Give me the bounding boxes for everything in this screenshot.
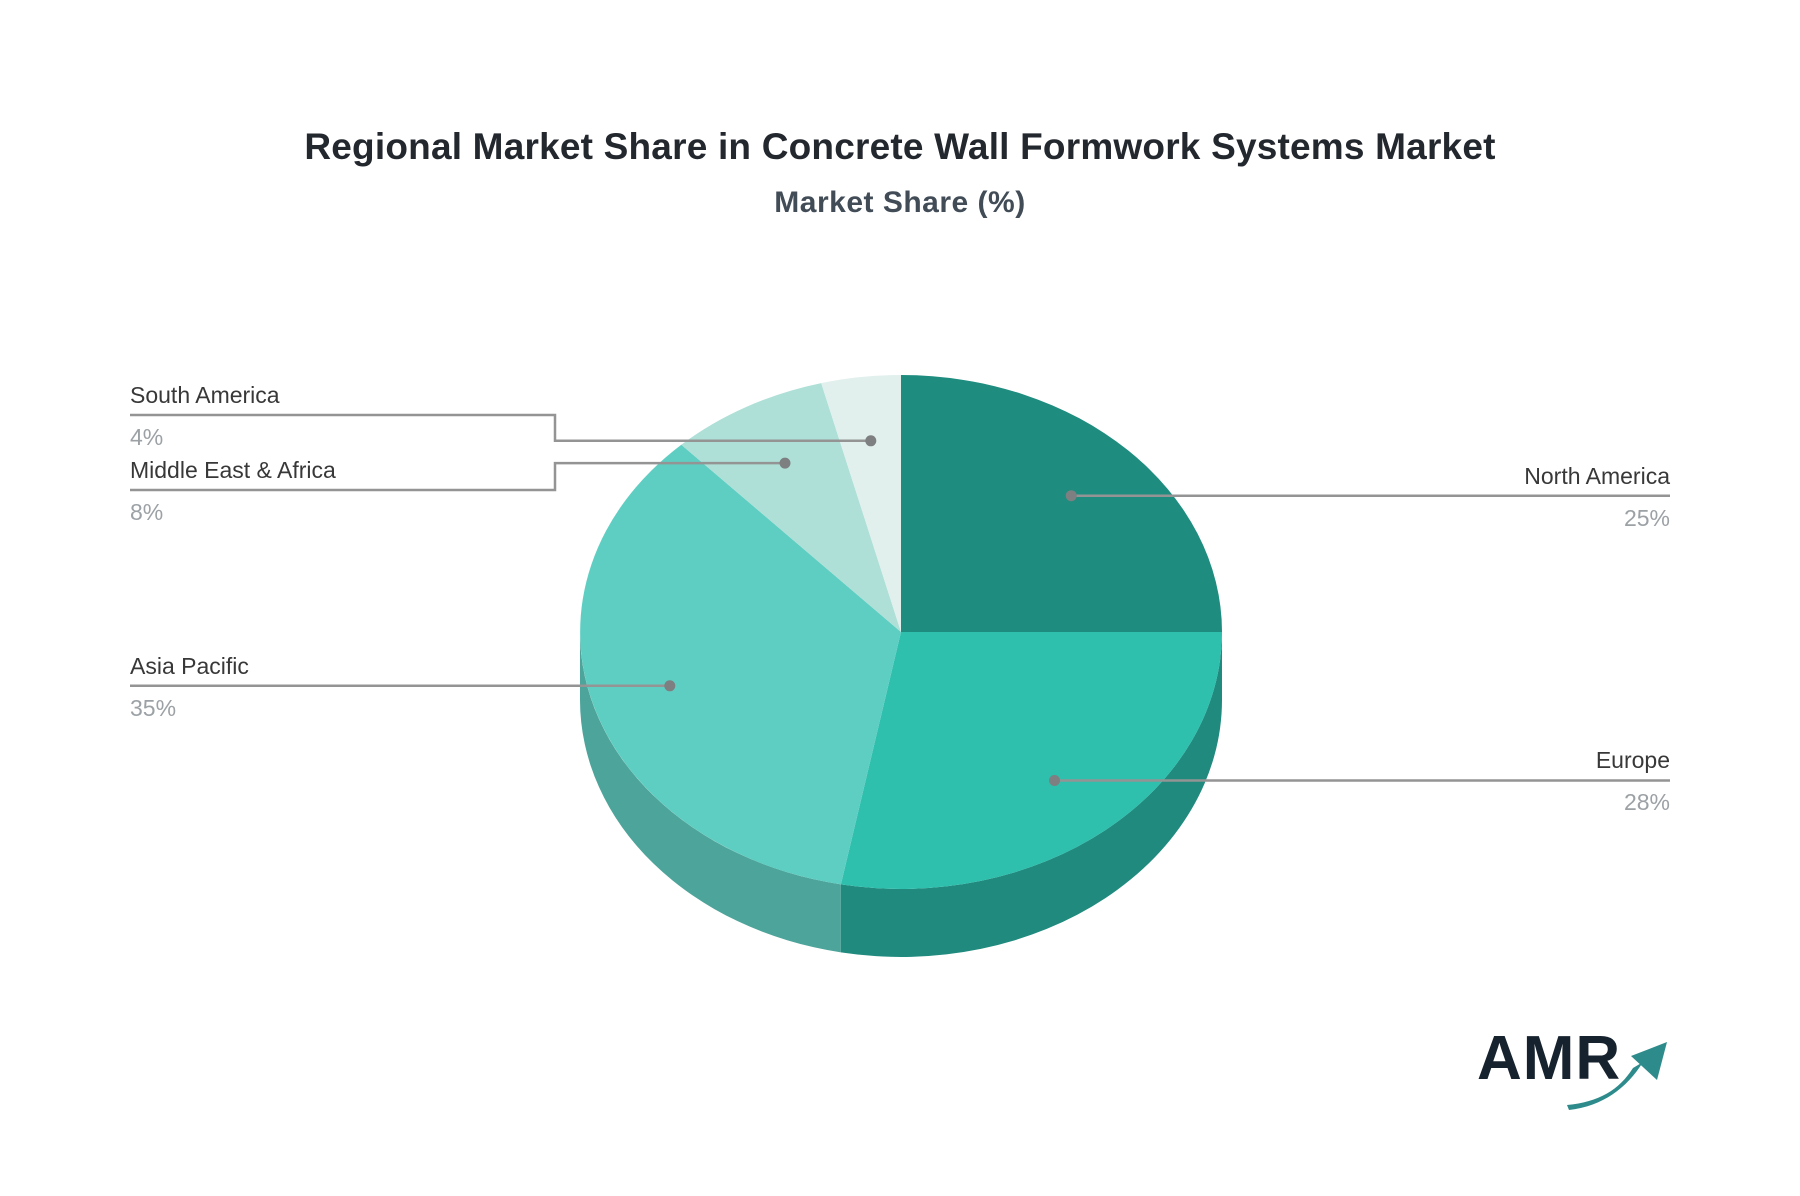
slice-label: North America <box>1524 462 1670 490</box>
callout-dot-europe <box>1049 775 1060 786</box>
slice-label: Asia Pacific <box>130 652 249 680</box>
label-middle-east-africa: Middle East & Africa 8% <box>130 456 336 526</box>
slice-label: Middle East & Africa <box>130 456 336 484</box>
chart-page: Regional Market Share in Concrete Wall F… <box>0 0 1800 1196</box>
callout-dot-asia-pacific <box>664 680 675 691</box>
pie-chart[interactable] <box>0 0 1800 1196</box>
slice-value: 4% <box>130 423 280 451</box>
slice-value: 25% <box>1524 504 1670 532</box>
slice-value: 28% <box>1596 788 1670 816</box>
pie-slice-europe[interactable] <box>841 632 1222 889</box>
slice-value: 8% <box>130 498 336 526</box>
pie-slice-north-america[interactable] <box>901 375 1222 632</box>
callout-dot-south-america <box>865 435 876 446</box>
callout-dot-north-america <box>1066 490 1077 501</box>
growth-arrow-icon <box>1555 1030 1675 1120</box>
amr-logo: AMR <box>1477 1028 1677 1118</box>
slice-label: Europe <box>1596 746 1670 774</box>
slice-value: 35% <box>130 694 249 722</box>
label-asia-pacific: Asia Pacific 35% <box>130 652 249 722</box>
label-north-america: North America 25% <box>1524 462 1670 532</box>
slice-label: South America <box>130 381 280 409</box>
label-europe: Europe 28% <box>1596 746 1670 816</box>
label-south-america: South America 4% <box>130 381 280 451</box>
callout-dot-middle-east-africa <box>780 458 791 469</box>
